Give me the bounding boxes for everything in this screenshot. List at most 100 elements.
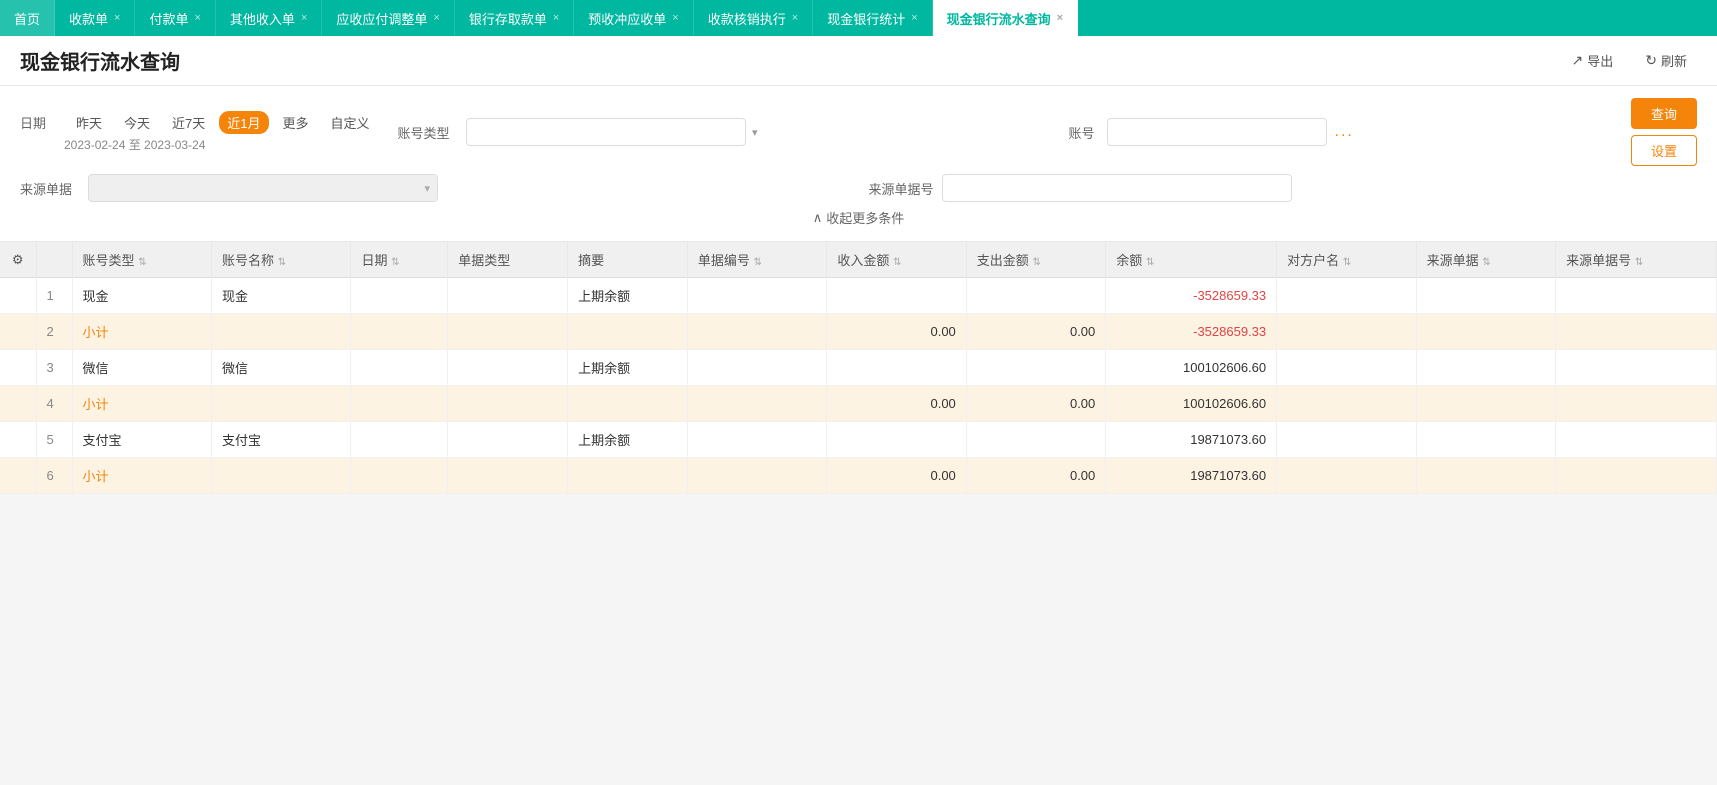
close-bank-deposit-icon[interactable]: × (553, 12, 559, 24)
td-doc-type (448, 350, 568, 386)
nav-ap-adjust[interactable]: 应收应付调整单 × (322, 0, 454, 36)
collapse-button[interactable]: ∧ 收起更多条件 (813, 208, 905, 227)
th-balance[interactable]: 余额 ⇅ (1106, 242, 1277, 278)
td-summary (568, 458, 688, 494)
date-7days[interactable]: 近7天 (164, 111, 213, 134)
collapse-row: ∧ 收起更多条件 (20, 202, 1697, 229)
nav-receipt-verify[interactable]: 收款核销执行 × (694, 0, 813, 36)
table-container: ⚙ 账号类型 ⇅ 账号名称 ⇅ 日期 ⇅ 单据类型 (0, 242, 1717, 494)
close-other-income-icon[interactable]: × (301, 12, 307, 24)
table-row[interactable]: 1 现金 现金 上期余额 -3528659.33 (0, 278, 1717, 314)
th-counterparty[interactable]: 对方户名 ⇅ (1277, 242, 1416, 278)
close-cash-bank-flow-icon[interactable]: × (1057, 12, 1063, 24)
td-doc-no (687, 422, 826, 458)
account-dots-icon[interactable]: ... (1335, 123, 1354, 141)
td-seq: 4 (36, 386, 72, 422)
td-balance: 19871073.60 (1106, 422, 1277, 458)
close-payment-icon[interactable]: × (194, 12, 200, 24)
date-yesterday[interactable]: 昨天 (68, 111, 110, 134)
td-source-doc (1416, 278, 1555, 314)
close-receipt-verify-icon[interactable]: × (792, 12, 798, 24)
nav-payment[interactable]: 付款单 × (135, 0, 215, 36)
nav-cash-bank-flow[interactable]: 现金银行流水查询 × (933, 0, 1078, 36)
td-counterparty (1277, 350, 1416, 386)
close-ap-adjust-icon[interactable]: × (433, 12, 439, 24)
th-seq (36, 242, 72, 278)
account-input[interactable] (1107, 118, 1327, 146)
nav-cash-bank-stat[interactable]: 现金银行统计 × (813, 0, 932, 36)
td-doc-no (687, 278, 826, 314)
source-doc-select-wrapper: ▾ (88, 174, 438, 202)
th-settings[interactable]: ⚙ (0, 242, 36, 278)
date-1month[interactable]: 近1月 (219, 111, 268, 134)
table-row[interactable]: 3 微信 微信 上期余额 100102606.60 (0, 350, 1717, 386)
td-account-type: 小计 (72, 458, 211, 494)
source-doc-no-input[interactable] (942, 174, 1292, 202)
td-seq: 6 (36, 458, 72, 494)
td-account-name: 现金 (211, 278, 350, 314)
query-button[interactable]: 查询 (1631, 98, 1697, 129)
td-source-doc-no (1556, 350, 1717, 386)
td-doc-no (687, 458, 826, 494)
td-income: 0.00 (827, 314, 966, 350)
nav-home[interactable]: 首页 (0, 0, 55, 36)
gear-icon: ⚙ (12, 252, 24, 267)
sort-income-icon: ⇅ (893, 257, 901, 268)
nav-receipt[interactable]: 收款单 × (55, 0, 135, 36)
close-cash-bank-stat-icon[interactable]: × (911, 12, 917, 24)
page-title: 现金银行流水查询 (20, 46, 180, 75)
data-table: ⚙ 账号类型 ⇅ 账号名称 ⇅ 日期 ⇅ 单据类型 (0, 242, 1717, 494)
account-label: 账号 (1069, 123, 1099, 142)
td-settings (0, 422, 36, 458)
filter-row-2: 来源单据 ▾ 来源单据号 (20, 174, 1697, 202)
sort-source-doc-no-icon: ⇅ (1635, 257, 1643, 268)
td-expense (966, 350, 1105, 386)
th-source-doc-no[interactable]: 来源单据号 ⇅ (1556, 242, 1717, 278)
account-type-select[interactable] (466, 118, 746, 146)
td-income: 0.00 (827, 386, 966, 422)
close-prepay-offset-icon[interactable]: × (672, 12, 678, 24)
table-row[interactable]: 6 小计 0.00 0.00 19871073.60 (0, 458, 1717, 494)
source-doc-select[interactable] (88, 174, 438, 202)
nav-prepay-offset[interactable]: 预收冲应收单 × (574, 0, 693, 36)
th-income[interactable]: 收入金额 ⇅ (827, 242, 966, 278)
nav-other-income[interactable]: 其他收入单 × (216, 0, 322, 36)
td-date (351, 458, 448, 494)
settings-button[interactable]: 设置 (1631, 135, 1697, 166)
date-range: 2023-02-24 至 2023-03-24 (64, 136, 205, 153)
source-doc-no-label: 来源单据号 (869, 179, 934, 198)
th-date[interactable]: 日期 ⇅ (351, 242, 448, 278)
date-more[interactable]: 更多 (275, 111, 317, 134)
td-date (351, 278, 448, 314)
th-account-type[interactable]: 账号类型 ⇅ (72, 242, 211, 278)
td-counterparty (1277, 422, 1416, 458)
th-summary: 摘要 (568, 242, 688, 278)
th-doc-no[interactable]: 单据编号 ⇅ (687, 242, 826, 278)
export-button[interactable]: ↗ 导出 (1562, 46, 1624, 75)
close-receipt-icon[interactable]: × (114, 12, 120, 24)
td-source-doc-no (1556, 458, 1717, 494)
table-row[interactable]: 5 支付宝 支付宝 上期余额 19871073.60 (0, 422, 1717, 458)
td-source-doc-no (1556, 386, 1717, 422)
th-expense[interactable]: 支出金额 ⇅ (966, 242, 1105, 278)
td-summary: 上期余额 (568, 350, 688, 386)
table-row[interactable]: 2 小计 0.00 0.00 -3528659.33 (0, 314, 1717, 350)
date-today[interactable]: 今天 (116, 111, 158, 134)
nav-bank-deposit[interactable]: 银行存取款单 × (455, 0, 574, 36)
th-source-doc[interactable]: 来源单据 ⇅ (1416, 242, 1555, 278)
td-account-name: 微信 (211, 350, 350, 386)
td-date (351, 314, 448, 350)
account-type-chevron-icon: ▾ (752, 126, 758, 139)
refresh-button[interactable]: ↻ 刷新 (1635, 46, 1697, 75)
td-account-type: 小计 (72, 386, 211, 422)
td-settings (0, 314, 36, 350)
td-seq: 3 (36, 350, 72, 386)
filter-area: 日期 昨天 今天 近7天 近1月 更多 自定义 2023-02-24 至 202… (0, 86, 1717, 242)
table-row[interactable]: 4 小计 0.00 0.00 100102606.60 (0, 386, 1717, 422)
td-expense: 0.00 (966, 314, 1105, 350)
td-doc-type (448, 314, 568, 350)
date-custom[interactable]: 自定义 (323, 111, 378, 134)
th-account-name[interactable]: 账号名称 ⇅ (211, 242, 350, 278)
header-actions: ↗ 导出 ↻ 刷新 (1562, 46, 1698, 75)
td-account-name (211, 458, 350, 494)
